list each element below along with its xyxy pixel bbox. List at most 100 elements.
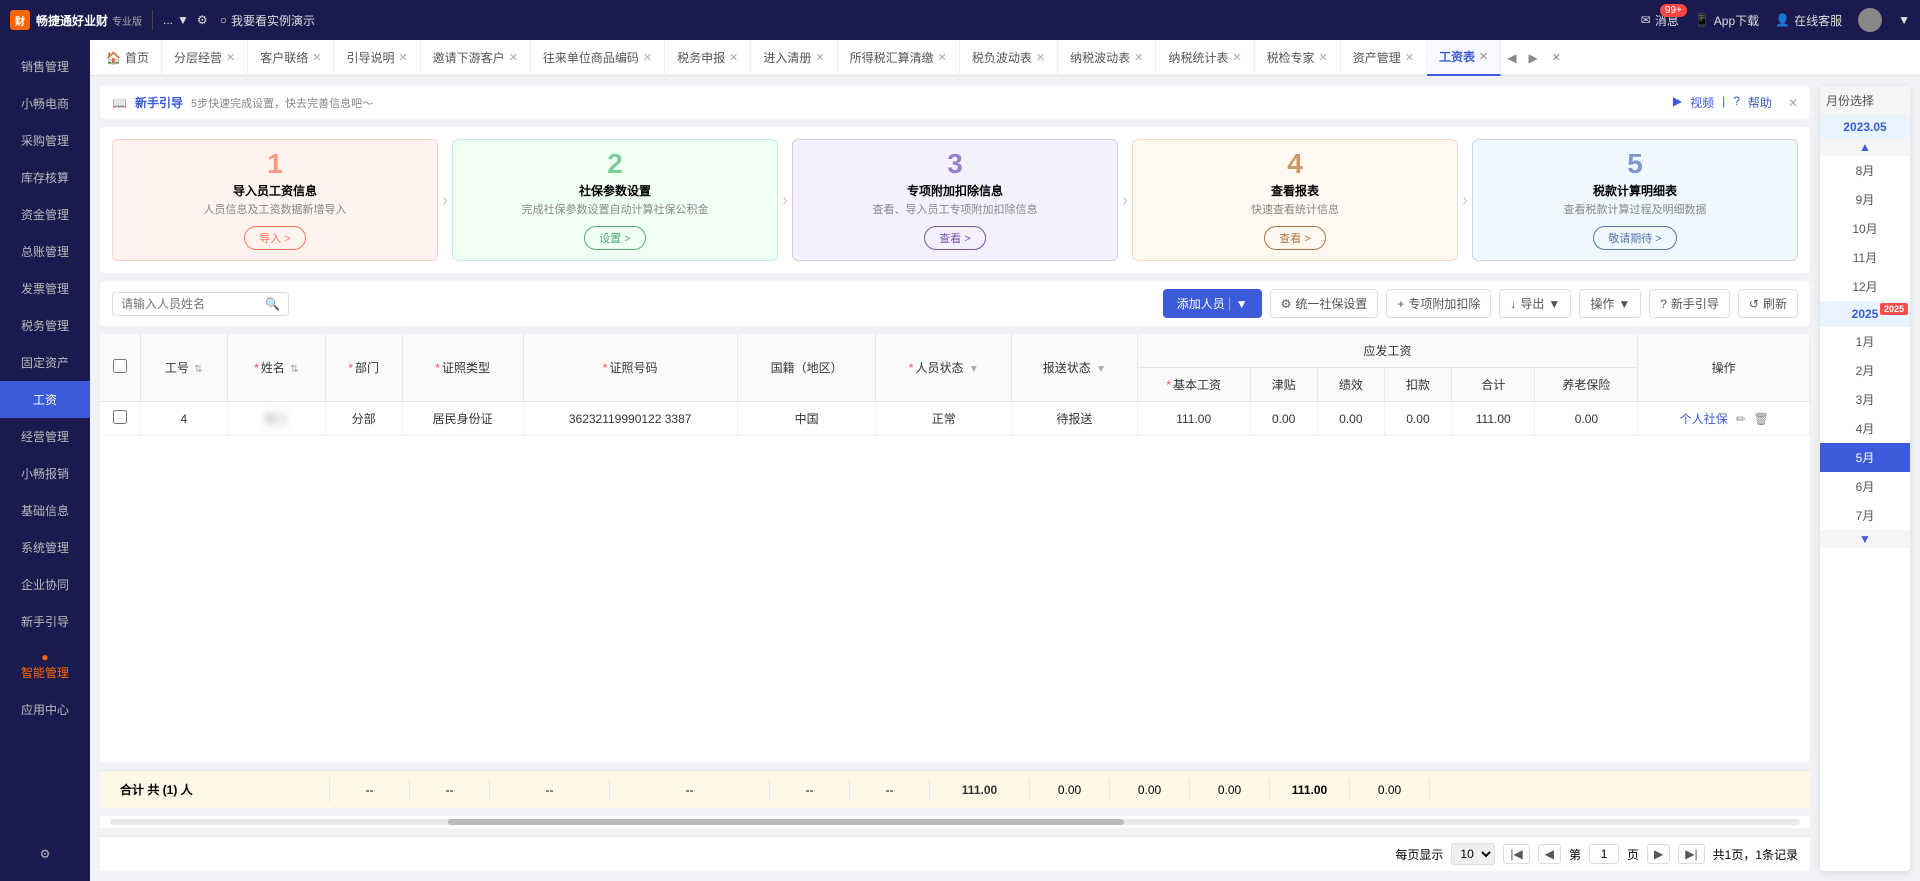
sidebar-item-ops[interactable]: 经营管理 (0, 418, 90, 455)
tab-layered-close-icon[interactable]: ✕ (226, 51, 235, 64)
tab-product-close-icon[interactable]: ✕ (643, 51, 652, 64)
sidebar-item-expense[interactable]: 小畅报销 (0, 455, 90, 492)
sidebar-item-invoice[interactable]: 发票管理 (0, 270, 90, 307)
sidebar-item-ai[interactable]: ●智能管理 (0, 640, 90, 691)
tab-income-tax-close-icon[interactable]: ✕ (938, 51, 947, 64)
tab-clearance[interactable]: 进入清册 ✕ (751, 40, 837, 76)
refresh-button[interactable]: ↺ 刷新 (1738, 289, 1798, 318)
th-nationality[interactable]: 国籍（地区） (737, 334, 876, 402)
last-page-btn[interactable]: ▶| (1678, 844, 1704, 864)
month-item-12[interactable]: 12月 (1820, 272, 1910, 301)
th-id-type[interactable]: 证照类型 (402, 334, 523, 402)
tab-tax-burden[interactable]: 税负波动表 ✕ (960, 40, 1058, 76)
th-allowance[interactable]: 津贴 (1250, 368, 1317, 402)
th-performance[interactable]: 绩效 (1317, 368, 1384, 402)
sidebar-item-sales[interactable]: 销售管理 (0, 48, 90, 85)
step4-btn[interactable]: 查看 > (1264, 226, 1325, 250)
step5-btn[interactable]: 敬请期待 > (1593, 226, 1676, 250)
guide-button[interactable]: ? 新手引导 (1649, 289, 1730, 318)
tab-customer-contact[interactable]: 客户联络 ✕ (248, 40, 334, 76)
month-item-7[interactable]: 7月 (1820, 501, 1910, 530)
first-page-btn[interactable]: |◀ (1503, 844, 1529, 864)
operations-caret-icon[interactable]: ▼ (1618, 297, 1630, 311)
sidebar-item-system[interactable]: 系统管理 (0, 529, 90, 566)
tab-tax-expert-close-icon[interactable]: ✕ (1319, 51, 1328, 64)
user-menu-icon[interactable]: ▼ (1898, 13, 1910, 27)
step2-btn[interactable]: 设置 > (584, 226, 645, 250)
tab-tax-wave-close-icon[interactable]: ✕ (1134, 51, 1143, 64)
tab-asset-mgmt-close-icon[interactable]: ✕ (1405, 51, 1414, 64)
tab-tax-wave[interactable]: 纳税波动表 ✕ (1058, 40, 1156, 76)
add-person-button[interactable]: 添加人员 ▼ (1163, 289, 1262, 318)
tab-tax-burden-close-icon[interactable]: ✕ (1036, 51, 1045, 64)
tab-invite-close-icon[interactable]: ✕ (509, 51, 518, 64)
message-button[interactable]: ✉ 消息 99+ (1641, 12, 1679, 29)
th-basic-salary[interactable]: 基本工资 (1137, 368, 1250, 402)
operations-button[interactable]: 操作 ▼ (1579, 289, 1641, 318)
tab-tax-expert[interactable]: 税检专家 ✕ (1255, 40, 1341, 76)
sidebar-item-salary[interactable]: 工资 (0, 381, 90, 418)
month-item-11[interactable]: 11月 (1820, 243, 1910, 272)
th-total[interactable]: 合计 (1452, 368, 1535, 402)
month-item-8[interactable]: 8月 (1820, 156, 1910, 185)
step1-btn[interactable]: 导入 > (244, 226, 305, 250)
tab-invite[interactable]: 邀请下游客户 ✕ (421, 40, 531, 76)
tab-asset-mgmt[interactable]: 资产管理 ✕ (1341, 40, 1427, 76)
company-selector[interactable]: ... ▼ (163, 13, 189, 27)
filter-person-status-icon[interactable]: ▼ (969, 364, 979, 375)
month-item-1[interactable]: 1月 (1820, 327, 1910, 356)
tab-guide-desc[interactable]: 引导说明 ✕ (334, 40, 420, 76)
tab-income-tax[interactable]: 所得税汇算清缴 ✕ (838, 40, 960, 76)
tab-tax-report[interactable]: 税务申报 ✕ (665, 40, 751, 76)
special-deduction-button[interactable]: + 专项附加扣除 (1386, 289, 1491, 318)
tab-salary-table[interactable]: 工资表 ✕ (1427, 40, 1501, 76)
tab-guide-close-icon[interactable]: ✕ (398, 51, 407, 64)
tab-product-code[interactable]: 往来单位商品编码 ✕ (531, 40, 665, 76)
month-item-4[interactable]: 4月 (1820, 414, 1910, 443)
online-service-button[interactable]: 👤 在线客服 (1775, 12, 1842, 29)
th-id-number[interactable]: 证照号码 (523, 334, 737, 402)
step3-btn[interactable]: 查看 > (924, 226, 985, 250)
tab-tax-report-close-icon[interactable]: ✕ (729, 51, 738, 64)
settings-icon[interactable]: ⚙ (197, 13, 208, 27)
page-size-select[interactable]: 10 20 50 (1451, 843, 1495, 865)
add-person-caret-icon[interactable]: ▼ (1229, 297, 1248, 311)
search-input[interactable] (121, 297, 261, 311)
tab-next-icon[interactable]: ▶ (1522, 51, 1543, 65)
th-deduction[interactable]: 扣款 (1384, 368, 1451, 402)
unified-settings-button[interactable]: ⚙ 统一社保设置 (1270, 289, 1379, 318)
sidebar-item-purchase[interactable]: 采购管理 (0, 122, 90, 159)
month-item-2[interactable]: 2月 (1820, 356, 1910, 385)
month-item-6[interactable]: 6月 (1820, 472, 1910, 501)
tab-tax-stats[interactable]: 纳税统计表 ✕ (1156, 40, 1254, 76)
sidebar-item-assets[interactable]: 固定资产 (0, 344, 90, 381)
tab-layered-mgmt[interactable]: 分层经营 ✕ (162, 40, 248, 76)
next-page-btn[interactable]: ▶ (1647, 844, 1670, 864)
tab-clearance-close-icon[interactable]: ✕ (815, 51, 824, 64)
month-item-3[interactable]: 3月 (1820, 385, 1910, 414)
th-name[interactable]: 姓名 ⇅ (228, 334, 326, 402)
sidebar-item-appstore[interactable]: 应用中心 (0, 691, 90, 728)
sidebar-gear-icon[interactable]: ⚙ (30, 837, 61, 871)
th-person-status[interactable]: 人员状态 ▼ (876, 334, 1012, 402)
demo-button[interactable]: ○ 我要看实例演示 (220, 12, 315, 29)
row-checkbox[interactable] (113, 410, 127, 424)
op-edit-icon[interactable]: ✏ (1736, 412, 1746, 426)
app-download-button[interactable]: 📱 App下载 (1695, 12, 1759, 29)
sidebar-item-ledger[interactable]: 总账管理 (0, 233, 90, 270)
guide-close-icon[interactable]: ✕ (1788, 96, 1798, 110)
page-input[interactable] (1589, 844, 1619, 864)
filter-send-status-icon[interactable]: ▼ (1096, 364, 1106, 375)
guide-help-label[interactable]: 帮助 (1748, 94, 1772, 111)
op-personal-insurance[interactable]: 个人社保 (1680, 412, 1728, 426)
sidebar-item-guide[interactable]: 新手引导 (0, 603, 90, 640)
export-caret-icon[interactable]: ▼ (1548, 297, 1560, 311)
user-avatar[interactable] (1858, 8, 1882, 32)
tab-prev-icon[interactable]: ◀ (1501, 51, 1522, 65)
sidebar-item-ecom[interactable]: 小畅电商 (0, 85, 90, 122)
search-icon[interactable]: 🔍 (265, 297, 280, 311)
guide-video-label[interactable]: 视频 (1690, 94, 1714, 111)
th-department[interactable]: 部门 (325, 334, 402, 402)
sidebar-item-finance[interactable]: 资金管理 (0, 196, 90, 233)
month-item-9[interactable]: 9月 (1820, 185, 1910, 214)
